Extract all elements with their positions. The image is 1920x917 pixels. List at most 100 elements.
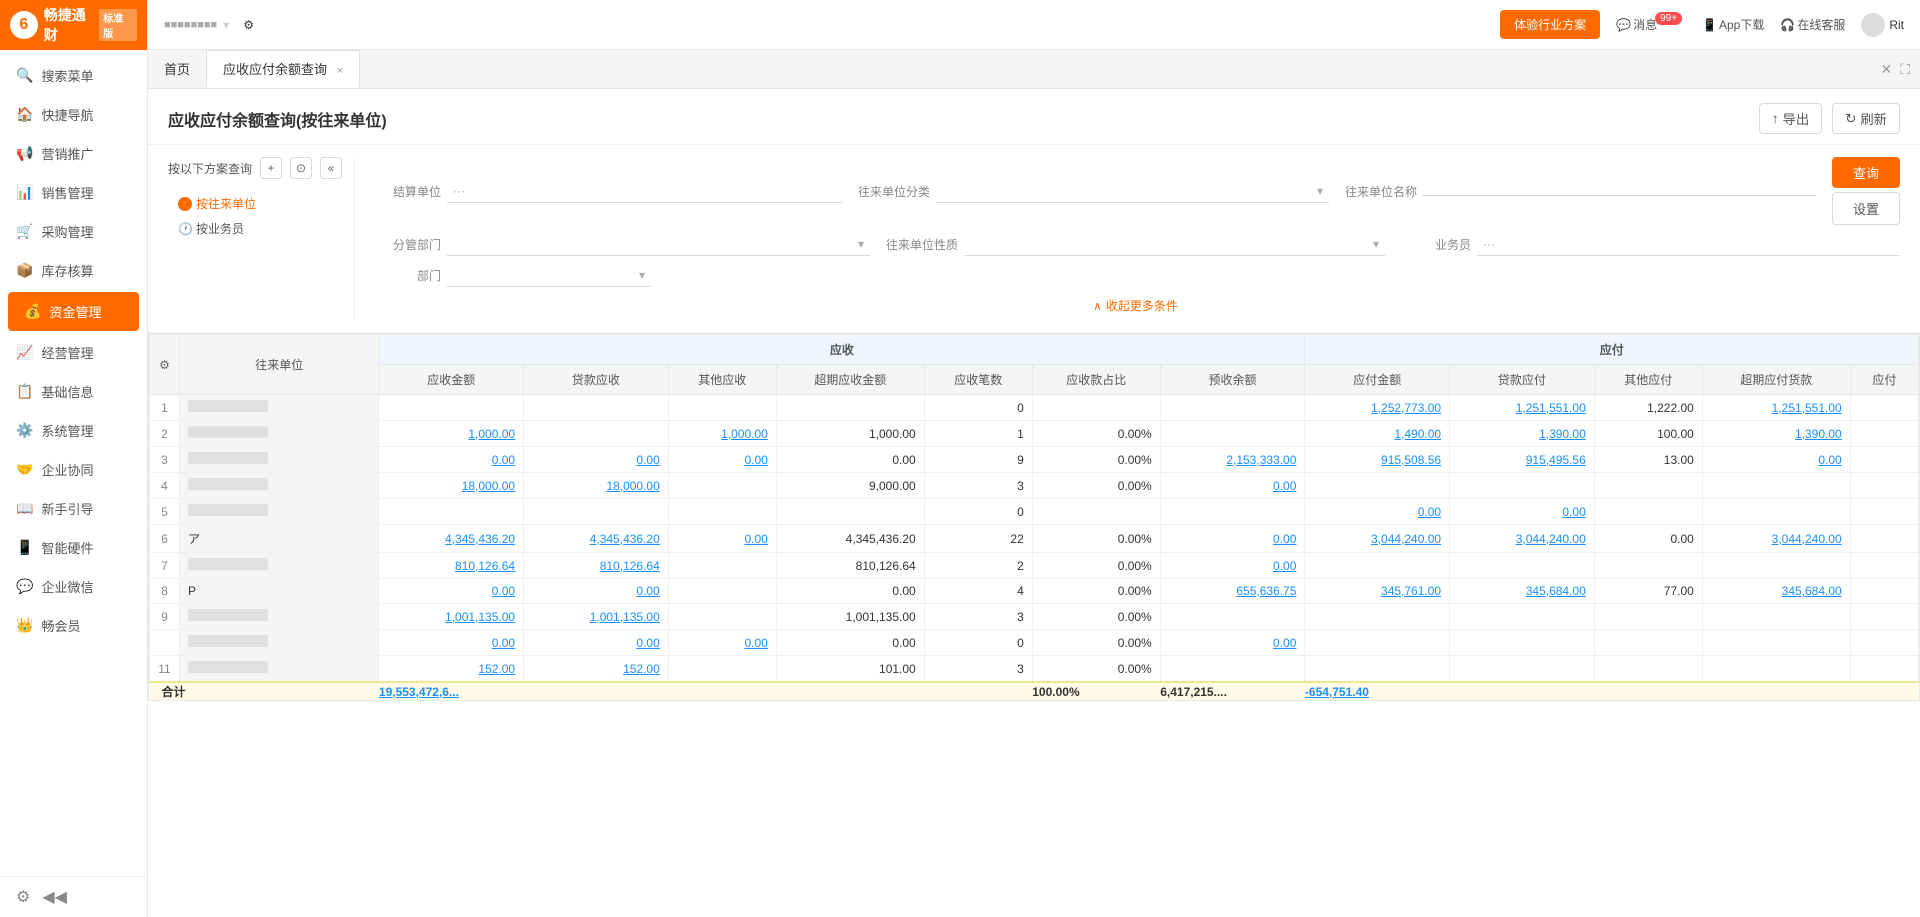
settings-icon[interactable]: ⚙ [16,887,30,907]
tab-receivable-label: 应收应付余额查询 [223,62,327,77]
department-input[interactable]: ▾ [447,264,651,287]
topbar-messages[interactable]: 💬 消息 99+ [1616,16,1686,33]
filter-row-3: 部门 ▾ [371,264,1900,287]
table-row: 8P0.000.000.0040.00%655,636.75345,761.00… [150,579,1919,604]
system-icon: ⚙️ [16,422,33,439]
sidebar-item-sales[interactable]: 📊 销售管理 [0,173,147,212]
search-menu-icon: 🔍 [16,67,33,84]
division-arrow: ▾ [858,237,864,251]
scheme-item-salesperson[interactable]: 🕐 按业务员 [168,216,342,241]
table-wrapper[interactable]: ⚙ 往来单位 应收 应付 应收金额 贷款应收 其他应收 超期应收金额 [149,334,1919,700]
tab-close-window-icon[interactable]: ✕ [1880,61,1892,78]
col-settings-icon: ⚙ [159,358,170,372]
footer-loan-recv [524,682,669,700]
sidebar-item-purchase[interactable]: 🛒 采购管理 [0,212,147,251]
table-row: 91,001,135.001,001,135.001,001,135.0030.… [150,604,1919,630]
tab-maximize-icon[interactable]: ⛶ [1900,61,1910,78]
col-pay-amount: 应付金额 [1305,365,1450,395]
sidebar-item-wechat[interactable]: 💬 企业微信 [0,567,147,606]
logo-text: 畅捷通财 [44,5,100,45]
refresh-button[interactable]: ↻ 刷新 [1832,103,1900,134]
sidebar-item-cooperation[interactable]: 🤝 企业协同 [0,450,147,489]
export-button[interactable]: ↑ 导出 [1759,103,1822,134]
filter-fields: 结算单位 ··· 往来单位分类 ▾ [371,157,1900,320]
sidebar-item-guide[interactable]: 📖 新手引导 [0,489,147,528]
filter-field-partner-category: 往来单位分类 ▾ [858,180,1329,203]
tab-close-icon[interactable]: × [337,65,343,77]
table-row: 11152.00152.00101.0030.00% [150,656,1919,683]
member-icon: 👑 [16,617,33,634]
tab-receivable[interactable]: 应收应付余额查询 × [206,50,360,88]
home-icon: 🏠 [16,106,33,123]
marketing-icon: 📢 [16,145,33,162]
sidebar-item-label: 企业协同 [41,460,93,479]
col-other-recv: 其他应收 [668,365,776,395]
query-btn-group: 查询 设置 [1832,157,1900,225]
sidebar-item-label: 企业微信 [41,577,93,596]
partner-category-input[interactable]: ▾ [936,180,1329,203]
sidebar-item-member[interactable]: 👑 畅会员 [0,606,147,645]
division-input[interactable]: ▾ [447,233,870,256]
collapse-filter-button[interactable]: ∧ 收起更多条件 [371,291,1900,320]
filter-field-settlement: 结算单位 ··· [371,180,842,203]
filter-field-department: 部门 ▾ [371,264,651,287]
sidebar-item-smarthw[interactable]: 📱 智能硬件 [0,528,147,567]
sidebar-item-search[interactable]: 🔍 搜索菜单 [0,56,147,95]
solution-button[interactable]: 体验行业方案 [1500,10,1600,39]
scheme-collapse-icon[interactable]: « [320,157,342,179]
collapse-sidebar-icon[interactable]: ◀◀ [42,887,67,907]
footer-recv-ratio: 100.00% [1032,682,1160,700]
sidebar-item-label: 资金管理 [49,302,101,321]
sidebar-item-system[interactable]: ⚙️ 系统管理 [0,411,147,450]
app-label: App下载 [1719,16,1764,33]
query-button[interactable]: 查询 [1832,157,1900,188]
partner-name-input[interactable] [1423,187,1816,196]
sidebar-item-finance[interactable]: 💰 资金管理 [8,292,139,331]
salesperson-input[interactable]: ··· [1477,233,1900,256]
gear-icon[interactable]: ⚙ [243,18,254,32]
purchase-icon: 🛒 [16,223,33,240]
sidebar-item-inventory[interactable]: 📦 库存核算 [0,251,147,290]
table-row: 30.000.000.000.0090.00%2,153,333.00915,5… [150,447,1919,473]
header-actions: ↑ 导出 ↻ 刷新 [1759,103,1900,134]
topbar-user[interactable]: Rit [1861,13,1904,37]
col-overdue-recv: 超期应收金额 [776,365,924,395]
col-loan-recv: 贷款应收 [524,365,669,395]
col-loan-pay: 贷款应付 [1450,365,1595,395]
sidebar-item-quicknav[interactable]: 🏠 快捷导航 [0,95,147,134]
tabs-right: ✕ ⛶ [1880,61,1920,78]
footer-pay-amount: -654,751.40 [1305,682,1450,700]
filter-controls: 按以下方案查询 + ⊙ « [168,157,342,179]
set-button[interactable]: 设置 [1832,192,1900,225]
salesperson-dots: ··· [1483,237,1495,251]
filter-field-partner-nature: 往来单位性质 ▾ [886,233,1385,256]
settlement-input[interactable]: ··· [447,180,842,203]
footer-label: 合计 [150,682,379,700]
table-row: 418,000.0018,000.009,000.0030.00%0.00 [150,473,1919,499]
sidebar-item-operations[interactable]: 📈 经营管理 [0,333,147,372]
wechat-icon: 💬 [16,578,33,595]
sidebar-item-marketing[interactable]: 📢 营销推广 [0,134,147,173]
footer-loan-pay [1450,682,1595,700]
add-scheme-button[interactable]: + [260,157,282,179]
service-label: 在线客服 [1797,16,1845,33]
finance-icon: 💰 [24,303,41,320]
tab-home[interactable]: 首页 [148,51,206,88]
col-recv-amount: 应收金额 [379,365,524,395]
inventory-icon: 📦 [16,262,33,279]
scheme-item-partner[interactable]: 🔸 按往来单位 [168,191,342,216]
table-row: 6ア4,345,436.204,345,436.200.004,345,436.… [150,525,1919,553]
settlement-dots: ··· [453,184,465,198]
topbar-app-download[interactable]: 📱 App下载 [1702,16,1764,33]
topbar-online-service[interactable]: 🎧 在线客服 [1780,16,1845,33]
breadcrumb-text: ■■■■■■■■ [164,19,217,31]
sidebar-item-label: 系统管理 [41,421,93,440]
partner-nature-input[interactable]: ▾ [964,233,1385,256]
sidebar-item-basicinfo[interactable]: 📋 基础信息 [0,372,147,411]
data-table-container: ⚙ 往来单位 应收 应付 应收金额 贷款应收 其他应收 超期应收金额 [148,333,1920,701]
division-label: 分管部门 [371,236,441,253]
scheme-settings-icon[interactable]: ⊙ [290,157,312,179]
phone-icon: 📱 [1702,18,1717,32]
col-settings[interactable]: ⚙ [150,335,180,395]
tabs-bar: 首页 应收应付余额查询 × ✕ ⛶ [148,50,1920,89]
